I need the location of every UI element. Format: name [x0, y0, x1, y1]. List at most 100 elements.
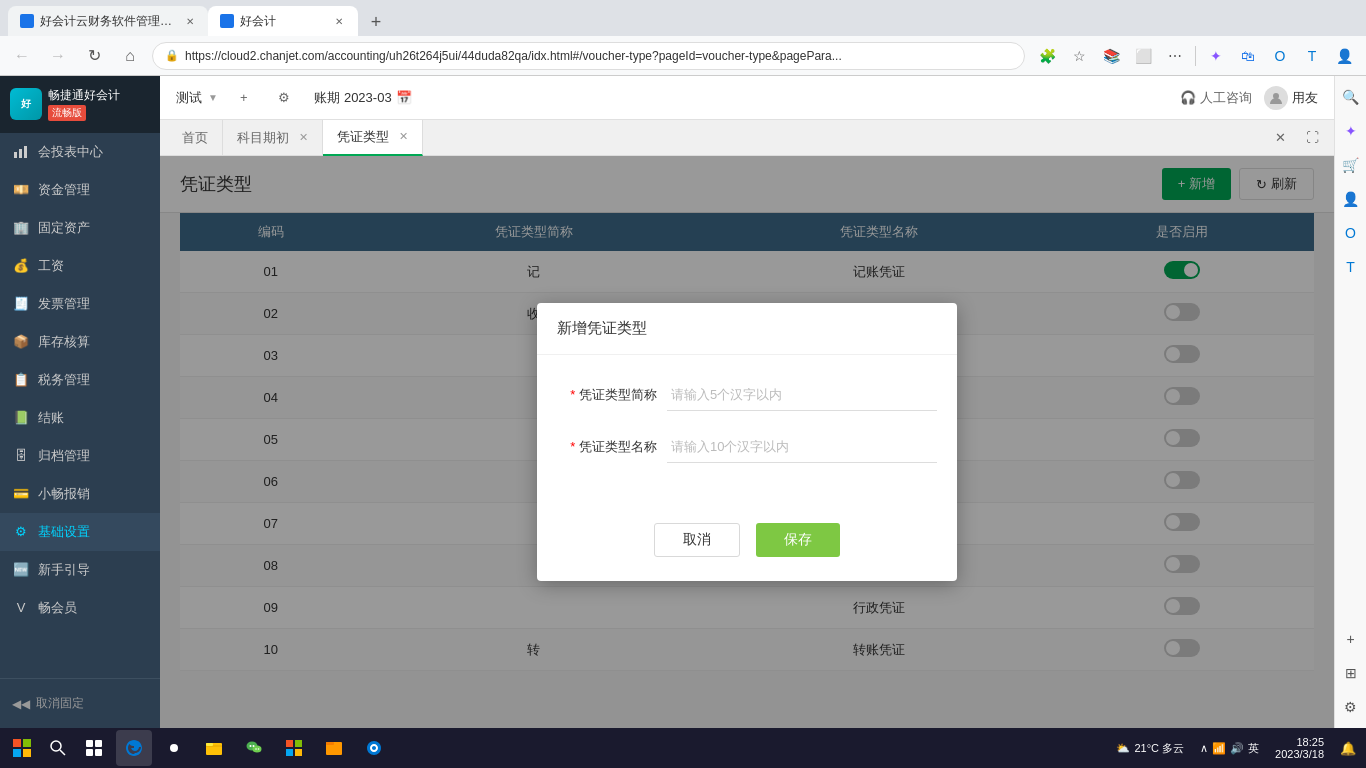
user-menu-button[interactable]: 用友 — [1264, 86, 1318, 110]
abbr-label-text: 凭证类型简称 — [579, 387, 657, 402]
taskbar-files-button[interactable] — [316, 730, 352, 766]
favorites-button[interactable]: ☆ — [1065, 42, 1093, 70]
taskbar-store-button[interactable] — [276, 730, 312, 766]
guide-icon: 🆕 — [12, 561, 30, 579]
calendar-icon: 📅 — [396, 90, 412, 105]
sidebar-item-member[interactable]: V 畅会员 — [0, 589, 160, 627]
cancel-button[interactable]: 取消 — [654, 523, 740, 557]
new-tab-button[interactable]: + — [362, 8, 390, 36]
right-tool-person[interactable]: 👤 — [1338, 186, 1364, 212]
taskbar-edge2-button[interactable] — [356, 730, 392, 766]
sidebar-item-tax[interactable]: 📋 税务管理 — [0, 361, 160, 399]
collections-button[interactable]: 📚 — [1097, 42, 1125, 70]
sidebar-item-reports[interactable]: 会投表中心 — [0, 133, 160, 171]
taskbar: ⛅ 21°C 多云 ∧ 📶 🔊 英 18:25 2023/3/18 🔔 — [0, 728, 1366, 768]
browser-tab-1[interactable]: 好会计云财务软件管理系统_会计 ✕ — [8, 6, 208, 36]
cancel-fixed-button[interactable]: ◀◀ 取消固定 — [0, 687, 160, 720]
outlook-button[interactable]: O — [1266, 42, 1294, 70]
svg-rect-5 — [23, 739, 31, 747]
taskbar-explorer-button[interactable] — [196, 730, 232, 766]
right-tool-translate[interactable]: T — [1338, 254, 1364, 280]
right-tool-copilot[interactable]: ✦ — [1338, 118, 1364, 144]
sidebar-item-expense[interactable]: 💳 小畅报销 — [0, 475, 160, 513]
sidebar-label-inventory: 库存核算 — [38, 333, 90, 351]
taskbar-taskview-button[interactable] — [76, 730, 112, 766]
tab-voucher-type-close[interactable]: ✕ — [399, 130, 408, 143]
right-tool-add[interactable]: + — [1338, 626, 1364, 652]
sidebar: 好 畅捷通好会计 流畅版 会投表中心 💴 资金管理 🏢 固定资产 💰 工资 🧾 — [0, 76, 160, 728]
browser-menu-button[interactable]: ⋯ — [1161, 42, 1189, 70]
tab-label-2: 好会计 — [240, 13, 276, 30]
content-area: 凭证类型 + 新增 ↻ 刷新 编码 凭证类型简称 凭证类型 — [160, 156, 1334, 728]
sidebar-item-archive[interactable]: 🗄 归档管理 — [0, 437, 160, 475]
consult-button[interactable]: 🎧 人工咨询 — [1180, 89, 1252, 107]
tab-close-2[interactable]: ✕ — [332, 14, 346, 28]
sidebar-item-assets[interactable]: 🏢 固定资产 — [0, 209, 160, 247]
logo-text: 畅捷通好会计 — [48, 88, 120, 104]
sidebar-item-settings[interactable]: ⚙ 基础设置 — [0, 513, 160, 551]
company-selector[interactable]: 测试 ▼ — [176, 89, 218, 107]
extensions-button[interactable]: 🧩 — [1033, 42, 1061, 70]
tab-bar: 好会计云财务软件管理系统_会计 ✕ 好会计 ✕ + — [0, 0, 1366, 36]
split-screen-button[interactable]: ⬜ — [1129, 42, 1157, 70]
url-bar[interactable]: 🔒 https://cloud2.chanjet.com/accounting/… — [152, 42, 1025, 70]
sidebar-item-payroll[interactable]: 💰 工资 — [0, 247, 160, 285]
sidebar-item-closing[interactable]: 📗 结账 — [0, 399, 160, 437]
translate-button[interactable]: T — [1298, 42, 1326, 70]
tab-opening-balance[interactable]: 科目期初 ✕ — [223, 120, 323, 156]
weather-info[interactable]: ⛅ 21°C 多云 — [1110, 741, 1190, 756]
taskbar-chrome-button[interactable] — [156, 730, 192, 766]
sidebar-item-invoice[interactable]: 🧾 发票管理 — [0, 285, 160, 323]
sidebar-logo: 好 畅捷通好会计 流畅版 — [0, 76, 160, 133]
abbr-input[interactable] — [667, 379, 937, 411]
copilot-button[interactable]: ✦ — [1202, 42, 1230, 70]
shopping-button[interactable]: 🛍 — [1234, 42, 1262, 70]
close-panel-button[interactable]: ✕ — [1266, 124, 1294, 152]
reload-button[interactable]: ↻ — [80, 42, 108, 70]
fullscreen-button[interactable]: ⛶ — [1298, 124, 1326, 152]
svg-rect-7 — [23, 749, 31, 757]
add-company-button[interactable]: + — [230, 84, 258, 112]
system-tray[interactable]: ∧ 📶 🔊 英 — [1194, 741, 1265, 756]
save-button[interactable]: 保存 — [756, 523, 840, 557]
page-tabs: 首页 科目期初 ✕ 凭证类型 ✕ ✕ ⛶ — [160, 120, 1334, 156]
topbar-right: 🎧 人工咨询 用友 — [1180, 86, 1318, 110]
forward-button[interactable]: → — [44, 42, 72, 70]
notification-button[interactable]: 🔔 — [1334, 734, 1362, 762]
right-tool-grid[interactable]: ⊞ — [1338, 660, 1364, 686]
svg-rect-11 — [95, 740, 102, 747]
close-book-icon: 📗 — [12, 409, 30, 427]
right-tool-search[interactable]: 🔍 — [1338, 84, 1364, 110]
start-button[interactable] — [4, 730, 40, 766]
profile-button[interactable]: 👤 — [1330, 42, 1358, 70]
tab-home[interactable]: 首页 — [168, 120, 223, 156]
right-tool-gear[interactable]: ⚙ — [1338, 694, 1364, 720]
taskbar-search-button[interactable] — [40, 730, 76, 766]
sidebar-label-tax: 税务管理 — [38, 371, 90, 389]
taskbar-edge-button[interactable] — [116, 730, 152, 766]
cancel-fixed-arrow: ◀◀ — [12, 697, 30, 711]
invoice-icon: 🧾 — [12, 295, 30, 313]
right-tool-outlook[interactable]: O — [1338, 220, 1364, 246]
sidebar-item-guide[interactable]: 🆕 新手引导 — [0, 551, 160, 589]
abbr-row: * 凭证类型简称 — [557, 379, 937, 411]
tab-close-1[interactable]: ✕ — [185, 14, 196, 28]
browser-tab-2[interactable]: 好会计 ✕ — [208, 6, 358, 36]
home-button[interactable]: ⌂ — [116, 42, 144, 70]
sidebar-item-inventory[interactable]: 📦 库存核算 — [0, 323, 160, 361]
browser-actions: 🧩 ☆ 📚 ⬜ ⋯ ✦ 🛍 O T 👤 — [1033, 42, 1358, 70]
tab-opening-balance-label: 科目期初 — [237, 129, 289, 147]
settings-cog-button[interactable]: ⚙ — [270, 84, 298, 112]
svg-rect-25 — [286, 749, 293, 756]
clock[interactable]: 18:25 2023/3/18 — [1269, 736, 1330, 760]
tab-voucher-type[interactable]: 凭证类型 ✕ — [323, 120, 423, 156]
sidebar-item-funds[interactable]: 💴 资金管理 — [0, 171, 160, 209]
taskbar-wechat-button[interactable] — [236, 730, 272, 766]
settings-icon: ⚙ — [12, 523, 30, 541]
period-label: 账期 — [314, 89, 340, 107]
sidebar-label-assets: 固定资产 — [38, 219, 90, 237]
back-button[interactable]: ← — [8, 42, 36, 70]
tab-opening-balance-close[interactable]: ✕ — [299, 131, 308, 144]
name-input[interactable] — [667, 431, 937, 463]
right-tool-shopping[interactable]: 🛒 — [1338, 152, 1364, 178]
